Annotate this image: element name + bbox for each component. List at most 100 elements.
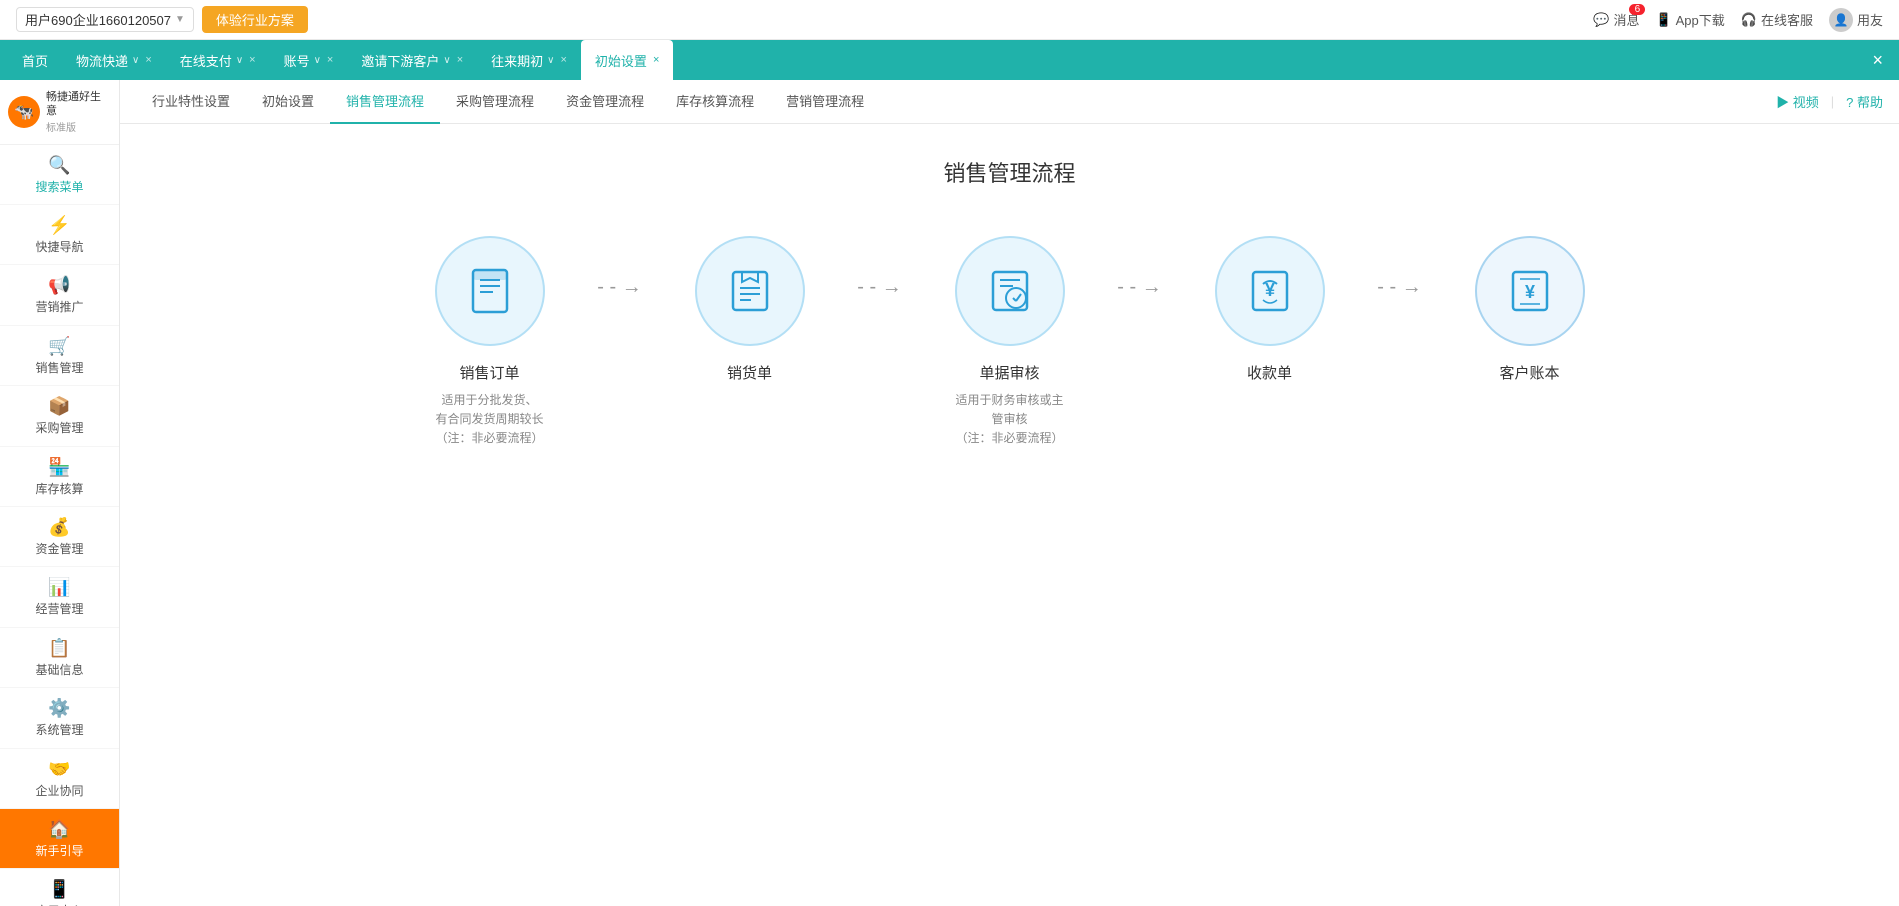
tab-period-close[interactable]: × (560, 54, 566, 66)
sub-tab-inventory-flow[interactable]: 库存核算流程 (660, 80, 770, 124)
sidebar-item-search[interactable]: 🔍 搜索菜单 (0, 145, 119, 205)
sub-tab-purchase-flow[interactable]: 采购管理流程 (440, 80, 550, 124)
tab-init-close[interactable]: × (653, 54, 659, 66)
flow-circle-sales-order[interactable] (435, 236, 545, 346)
flow-label-approval: 单据审核 (979, 362, 1039, 383)
tab-home[interactable]: 首页 (8, 40, 62, 80)
sidebar-item-purchase[interactable]: 📦 采购管理 (0, 386, 119, 446)
sidebar-logo: 🐄 畅捷通好生意 标准版 (0, 80, 119, 145)
tab-logistics-close[interactable]: × (145, 54, 151, 66)
service-label: 在线客服 (1761, 10, 1813, 29)
page-title: 销售管理流程 (144, 156, 1875, 188)
tab-payment-arrow: ∨ (236, 55, 243, 66)
tab-downstream-close[interactable]: × (457, 54, 463, 66)
sidebar-item-operations[interactable]: 📊 经营管理 (0, 567, 119, 627)
sidebar-item-system[interactable]: ⚙️ 系统管理 (0, 688, 119, 748)
tab-account[interactable]: 账号 ∨ × (270, 40, 348, 80)
headset-icon: 🎧 (1741, 12, 1757, 28)
message-badge: 6 (1629, 4, 1645, 15)
finance-icon: 💰 (48, 517, 70, 538)
search-icon: 🔍 (48, 155, 70, 176)
sub-tab-industry[interactable]: 行业特性设置 (136, 80, 246, 124)
tab-period-arrow: ∨ (547, 55, 554, 66)
flow-circle-customer-ledger[interactable]: ¥ (1475, 236, 1585, 346)
sidebar: 🐄 畅捷通好生意 标准版 🔍 搜索菜单 ⚡ 快捷导航 📢 营销推广 🛒 销售管理… (0, 80, 120, 906)
user-selector[interactable]: 用户690企业1660120507 ▼ (16, 7, 194, 32)
tab-downstream[interactable]: 邀请下游客户 ∨ × (347, 40, 477, 80)
sub-tab-finance-flow[interactable]: 资金管理流程 (550, 80, 660, 124)
user-avatar-button[interactable]: 👤 用友 (1829, 8, 1883, 32)
video-link[interactable]: ▶ 视频 (1776, 92, 1819, 111)
sidebar-item-cooperation[interactable]: 🤝 企业协同 (0, 749, 119, 809)
app-icon: 📱 (1655, 12, 1671, 28)
close-all-tabs-button[interactable]: × (1864, 50, 1891, 71)
svg-text:¥: ¥ (1264, 280, 1274, 300)
avatar: 👤 (1829, 8, 1853, 32)
video-icon: ▶ (1776, 95, 1793, 110)
tab-period-label: 往来期初 (491, 51, 543, 70)
sub-tab-purchase-flow-label: 采购管理流程 (456, 91, 534, 110)
tab-logistics-label: 物流快递 (76, 51, 128, 70)
sidebar-item-finance[interactable]: 💰 资金管理 (0, 507, 119, 567)
tab-init[interactable]: 初始设置 × (581, 40, 673, 80)
sidebar-item-label-finance: 资金管理 (35, 542, 83, 556)
dropdown-arrow-icon: ▼ (175, 14, 185, 25)
trial-button[interactable]: 体验行业方案 (202, 6, 308, 33)
approval-icon (983, 264, 1037, 318)
logo-title: 畅捷通好生意 (46, 90, 111, 119)
sub-tab-marketing-flow[interactable]: 营销管理流程 (770, 80, 880, 124)
help-link[interactable]: ? 帮助 (1846, 92, 1883, 111)
sidebar-item-app-center[interactable]: 📱 应用中心 (0, 869, 119, 906)
sidebar-item-label-search: 搜索菜单 (35, 180, 83, 194)
tab-account-close[interactable]: × (327, 54, 333, 66)
flow-label-receipt: 收款单 (1247, 362, 1292, 383)
sidebar-item-label-cooperation: 企业协同 (35, 784, 83, 798)
sub-tab-inventory-flow-label: 库存核算流程 (676, 91, 754, 110)
content-area: 行业特性设置 初始设置 销售管理流程 采购管理流程 资金管理流程 库存核算流程 … (120, 80, 1899, 906)
flow-circle-receipt[interactable]: ¥ (1215, 236, 1325, 346)
sub-tab-init-set[interactable]: 初始设置 (246, 80, 330, 124)
sales-delivery-icon (723, 264, 777, 318)
marketing-promo-icon: 📢 (48, 275, 70, 296)
message-icon: 💬 (1593, 12, 1609, 28)
basic-icon: 📋 (48, 638, 70, 659)
sidebar-item-quick[interactable]: ⚡ 快捷导航 (0, 205, 119, 265)
tab-home-label: 首页 (22, 51, 48, 70)
purchase-icon: 📦 (48, 396, 70, 417)
operations-icon: 📊 (48, 577, 70, 598)
flow-circle-sales-delivery[interactable] (695, 236, 805, 346)
sidebar-item-label-marketing-promo: 营销推广 (35, 300, 83, 314)
tab-payment[interactable]: 在线支付 ∨ × (166, 40, 270, 80)
flow-diagram: 销售订单 适用于分批发货、有合同发货周期较长（注：非必要流程） - - → (144, 236, 1875, 449)
app-download-button[interactable]: 📱 App下载 (1655, 10, 1724, 29)
sidebar-item-sales[interactable]: 🛒 销售管理 (0, 326, 119, 386)
sidebar-item-guide[interactable]: 🏠 新手引导 (0, 809, 119, 869)
quick-icon: ⚡ (48, 215, 70, 236)
message-button[interactable]: 💬 消息 6 (1593, 10, 1639, 29)
sidebar-item-label-system: 系统管理 (35, 723, 83, 737)
app-label: App下载 (1676, 10, 1725, 29)
tab-payment-label: 在线支付 (180, 51, 232, 70)
sidebar-item-basic[interactable]: 📋 基础信息 (0, 628, 119, 688)
flow-circle-approval[interactable] (955, 236, 1065, 346)
tab-period[interactable]: 往来期初 ∨ × (477, 40, 581, 80)
sub-tab-init-set-label: 初始设置 (262, 91, 314, 110)
tab-logistics[interactable]: 物流快递 ∨ × (62, 40, 166, 80)
sidebar-item-inventory[interactable]: 🏪 库存核算 (0, 447, 119, 507)
sub-tab-sales-flow[interactable]: 销售管理流程 (330, 80, 440, 124)
tab-payment-close[interactable]: × (249, 54, 255, 66)
top-bar-right: 💬 消息 6 📱 App下载 🎧 在线客服 👤 用友 (1593, 8, 1883, 32)
flow-item-customer-ledger: ¥ 客户账本 (1430, 236, 1630, 391)
svg-text:¥: ¥ (1524, 282, 1534, 302)
flow-arrow-2: - - → (850, 236, 910, 299)
flow-item-receipt: ¥ 收款单 (1170, 236, 1370, 391)
service-button[interactable]: 🎧 在线客服 (1741, 10, 1813, 29)
sub-tab-industry-label: 行业特性设置 (152, 91, 230, 110)
user-label: 用户690企业1660120507 (25, 10, 171, 29)
top-bar: 用户690企业1660120507 ▼ 体验行业方案 💬 消息 6 📱 App下… (0, 0, 1899, 40)
app-center-icon: 📱 (48, 879, 70, 900)
help-icon: ? (1846, 95, 1857, 110)
sidebar-item-marketing-promo[interactable]: 📢 营销推广 (0, 265, 119, 325)
top-bar-left: 用户690企业1660120507 ▼ 体验行业方案 (16, 6, 308, 33)
inventory-icon: 🏪 (48, 457, 70, 478)
